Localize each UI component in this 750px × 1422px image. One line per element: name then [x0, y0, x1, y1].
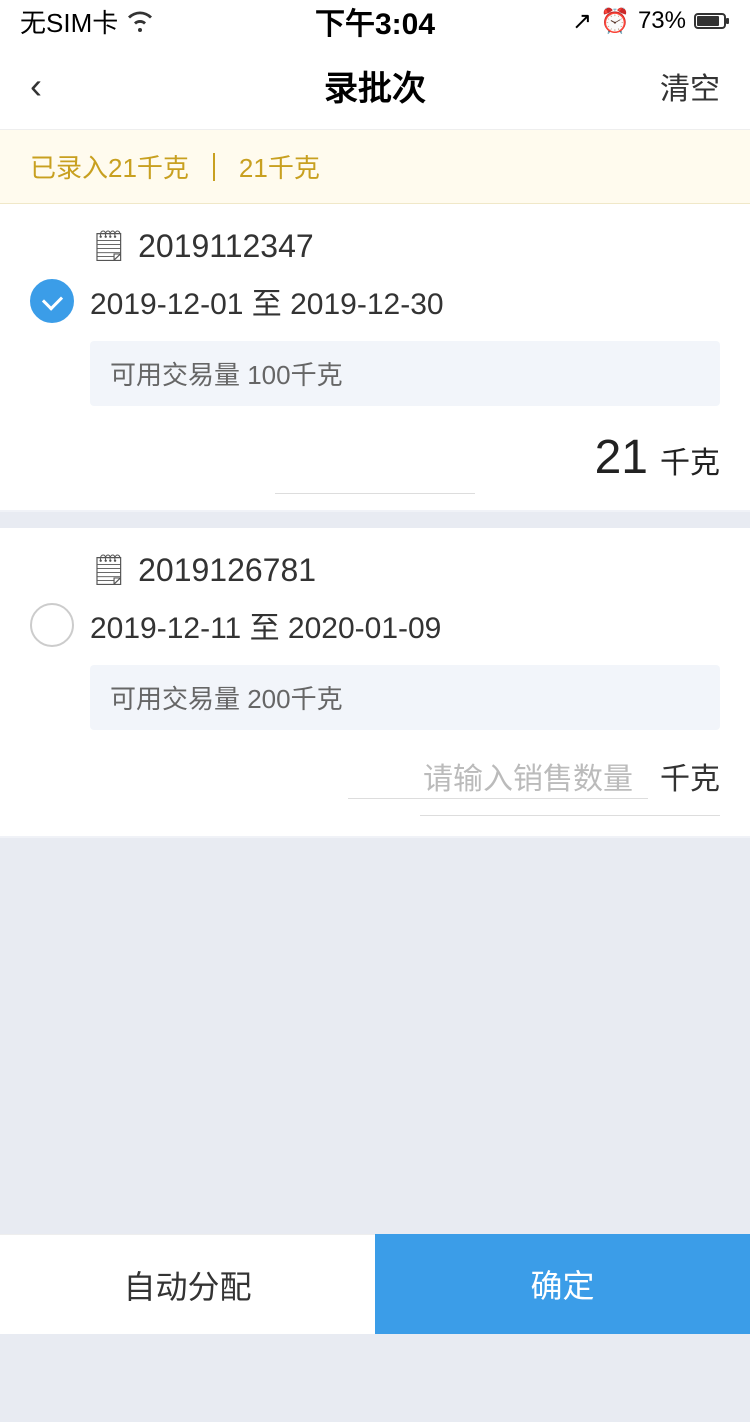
auto-distribute-button[interactable]: 自动分配 [0, 1234, 375, 1334]
batch-id-text-2: 2019126781 [138, 552, 316, 589]
summary-divider [213, 153, 215, 181]
batch-id-row-1: 🗒 2019112347 [30, 228, 720, 265]
batch-id-icon-2: 🗒 [90, 553, 128, 588]
batch-card-1: 🗒 2019112347 2019-12-01 至 2019-12-30 可用交… [0, 204, 750, 510]
batch-date-row-2: 2019-12-11 至 2020-01-09 [30, 603, 720, 647]
quantity-input-divider-2 [420, 815, 720, 816]
footer: 自动分配 确定 [0, 1234, 750, 1334]
page-title: 录批次 [324, 61, 426, 110]
summary-label: 已录入21千克 [30, 148, 189, 185]
batch-card-2: 🗒 2019126781 2019-12-11 至 2020-01-09 可用交… [0, 528, 750, 836]
radio-btn-1[interactable] [30, 279, 74, 323]
batch-card-2-inner: 🗒 2019126781 2019-12-11 至 2020-01-09 可用交… [0, 528, 750, 730]
battery-label: 73% [638, 7, 686, 35]
status-bar: 无SIM卡 下午3:04 ↗ ⏰ 73% [0, 0, 750, 42]
quantity-input-row-2: 千克 [0, 754, 750, 799]
quantity-value-1: 21 [595, 430, 648, 485]
quantity-divider-1 [275, 493, 475, 494]
quantity-unit-1: 千克 [660, 438, 720, 482]
bottom-spacer [0, 838, 750, 1422]
wifi-icon [126, 10, 154, 32]
summary-banner: 已录入21千克 21千克 [0, 130, 750, 204]
battery-icon [694, 12, 730, 30]
back-button[interactable]: ‹ [30, 65, 90, 107]
section-divider [0, 512, 750, 528]
batch-date-text-2: 2019-12-11 至 2020-01-09 [90, 603, 441, 647]
nav-bar: ‹ 录批次 清空 [0, 42, 750, 130]
quantity-row-1: 21 千克 [0, 430, 750, 485]
status-bar-right: ↗ ⏰ 73% [572, 7, 730, 36]
batch-id-text-1: 2019112347 [138, 228, 314, 265]
clear-button[interactable]: 清空 [660, 64, 720, 108]
batch-id-row-2: 🗒 2019126781 [30, 552, 720, 589]
page-content: 已录入21千克 21千克 🗒 2019112347 2019-12-01 至 2… [0, 130, 750, 1422]
quantity-unit-label-2: 千克 [660, 754, 720, 798]
auto-distribute-label: 自动分配 [123, 1262, 251, 1308]
quantity-input-2[interactable] [348, 759, 648, 799]
location-icon: ↗ [572, 7, 592, 36]
summary-value: 21千克 [239, 148, 320, 185]
batch-availability-2: 可用交易量 200千克 [90, 665, 720, 730]
confirm-button[interactable]: 确定 [375, 1234, 750, 1334]
batch-id-icon-1: 🗒 [90, 229, 128, 264]
alarm-icon: ⏰ [600, 7, 630, 36]
confirm-label: 确定 [530, 1261, 594, 1307]
radio-btn-2[interactable] [30, 603, 74, 647]
batch-availability-1: 可用交易量 100千克 [90, 341, 720, 406]
batch-card-1-inner: 🗒 2019112347 2019-12-01 至 2019-12-30 可用交… [0, 204, 750, 406]
carrier-label: 无SIM卡 [20, 3, 118, 40]
batch-date-text-1: 2019-12-01 至 2019-12-30 [90, 279, 444, 323]
status-bar-left: 无SIM卡 [20, 3, 154, 40]
batch-date-row-1: 2019-12-01 至 2019-12-30 [30, 279, 720, 323]
status-bar-time: 下午3:04 [315, 0, 435, 43]
